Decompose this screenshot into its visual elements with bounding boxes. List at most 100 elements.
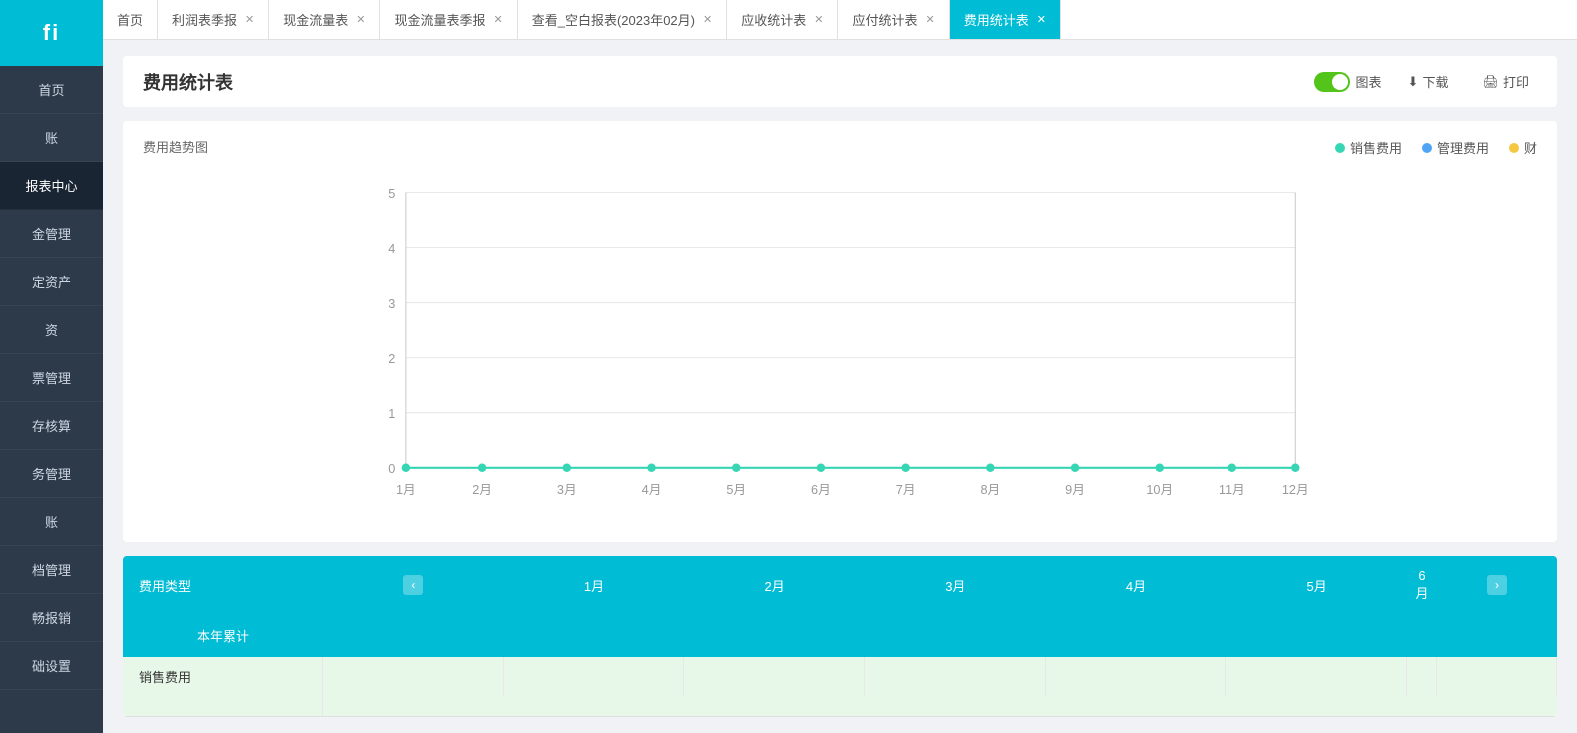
sidebar-item-resource[interactable]: 资: [0, 306, 103, 354]
svg-text:1月: 1月: [396, 483, 416, 497]
legend-dot-admin: [1422, 143, 1432, 153]
row-cell-m5: [1226, 657, 1407, 696]
legend-dot-finance: [1509, 143, 1519, 153]
col-header-nav-next[interactable]: ›: [1437, 556, 1557, 614]
page-header: 费用统计表 图表 ⬇ 下载 🖨 打印: [123, 56, 1557, 107]
tab-close-blank-report[interactable]: ✕: [703, 13, 712, 26]
col-header-month3: 3月: [865, 556, 1046, 614]
tab-close-profit-quarterly[interactable]: ✕: [245, 13, 254, 26]
download-label: 下载: [1422, 72, 1448, 91]
sidebar-item-archive[interactable]: 档管理: [0, 546, 103, 594]
download-button[interactable]: ⬇ 下载: [1400, 68, 1457, 95]
chart-toggle-text: 图表: [1356, 72, 1382, 91]
tab-close-cashflow-quarterly[interactable]: ✕: [494, 13, 503, 26]
svg-text:5: 5: [388, 187, 395, 201]
table-row: 销售费用: [123, 657, 1557, 717]
line-chart-svg: 5 4 3 2 1 0: [143, 166, 1537, 526]
svg-text:7月: 7月: [896, 483, 916, 497]
table-header: 费用类型 ‹ 1月 2月 3月 4月 5月 6月 › 本年累计: [123, 556, 1557, 657]
legend-admin: 管理费用: [1422, 138, 1489, 157]
svg-text:3: 3: [388, 297, 395, 311]
sidebar-item-assets[interactable]: 定资产: [0, 258, 103, 306]
main-area: 首页 利润表季报 ✕ 现金流量表 ✕ 现金流量表季报 ✕ 查看_空白报表(202…: [103, 0, 1577, 733]
row-cell-m3: [865, 657, 1046, 696]
svg-text:5月: 5月: [726, 483, 746, 497]
svg-text:8月: 8月: [980, 483, 1000, 497]
row-cell-ytd: [123, 696, 323, 716]
row-cell-m2: [684, 657, 865, 696]
col-header-ytd: 本年累计: [123, 614, 323, 657]
svg-text:10月: 10月: [1146, 483, 1173, 497]
legend-sales: 销售费用: [1335, 138, 1402, 157]
sidebar-item-inventory[interactable]: 存核算: [0, 402, 103, 450]
tab-close-expense-stats[interactable]: ✕: [1037, 13, 1046, 26]
header-actions: 图表 ⬇ 下载 🖨 打印: [1314, 68, 1537, 95]
chart-container: 5 4 3 2 1 0: [143, 166, 1537, 526]
tab-close-receivable[interactable]: ✕: [814, 13, 823, 26]
svg-text:12月: 12月: [1282, 483, 1309, 497]
chart-toggle[interactable]: [1314, 72, 1350, 92]
page-title: 费用统计表: [143, 69, 233, 95]
chart-toggle-label: 图表: [1314, 72, 1382, 92]
svg-text:9月: 9月: [1065, 483, 1085, 497]
chart-title: 费用趋势图: [143, 137, 208, 156]
col-header-month4: 4月: [1046, 556, 1227, 614]
svg-text:2月: 2月: [472, 483, 492, 497]
sidebar-item-expense[interactable]: 畅报销: [0, 594, 103, 642]
col-header-month1: 1月: [504, 556, 685, 614]
sidebar-item-ledger[interactable]: 账: [0, 498, 103, 546]
tab-payable[interactable]: 应付统计表 ✕: [838, 0, 949, 40]
tab-bar: 首页 利润表季报 ✕ 现金流量表 ✕ 现金流量表季报 ✕ 查看_空白报表(202…: [103, 0, 1577, 40]
legend-dot-sales: [1335, 143, 1345, 153]
row-cell-m1: [504, 657, 685, 696]
sidebar-item-tickets[interactable]: 票管理: [0, 354, 103, 402]
row-cell-nav: [1437, 657, 1557, 696]
row-cell-m4: [1046, 657, 1227, 696]
svg-text:11月: 11月: [1219, 483, 1245, 497]
sidebar-item-account[interactable]: 账: [0, 114, 103, 162]
sidebar: fi 首页 账 报表中心 金管理 定资产 资 票管理 存核算 务管理 账 档管理…: [0, 0, 103, 733]
sidebar-item-cash[interactable]: 金管理: [0, 210, 103, 258]
tab-close-payable[interactable]: ✕: [925, 13, 934, 26]
tab-blank-report[interactable]: 查看_空白报表(2023年02月) ✕: [518, 0, 728, 40]
col-header-month5: 5月: [1226, 556, 1407, 614]
print-icon: 🖨: [1482, 74, 1499, 90]
row-type-sales: 销售费用: [123, 657, 323, 696]
tab-expense-stats[interactable]: 费用统计表 ✕: [950, 0, 1061, 40]
print-label: 打印: [1503, 72, 1529, 91]
svg-text:0: 0: [388, 462, 395, 476]
sidebar-item-settings[interactable]: 础设置: [0, 642, 103, 690]
tab-cashflow-quarterly[interactable]: 现金流量表季报 ✕: [380, 0, 517, 40]
tab-profit-quarterly[interactable]: 利润表季报 ✕: [158, 0, 269, 40]
svg-text:4月: 4月: [642, 483, 662, 497]
row-cell-m6: [1407, 657, 1437, 696]
prev-month-btn[interactable]: ‹: [403, 575, 423, 595]
legend-label-sales: 销售费用: [1350, 138, 1402, 157]
legend-label-finance: 财: [1524, 138, 1537, 157]
print-button[interactable]: 🖨 打印: [1474, 68, 1537, 95]
col-header-nav-prev[interactable]: ‹: [323, 556, 504, 614]
col-header-month2: 2月: [684, 556, 865, 614]
svg-text:2: 2: [388, 352, 395, 366]
tab-receivable[interactable]: 应收统计表 ✕: [727, 0, 838, 40]
sidebar-logo: fi: [0, 0, 103, 66]
svg-text:6月: 6月: [811, 483, 831, 497]
data-table-container: 费用类型 ‹ 1月 2月 3月 4月 5月 6月 › 本年累计 销售费用: [123, 556, 1557, 717]
sidebar-item-reports[interactable]: 报表中心: [0, 162, 103, 210]
legend-finance: 财: [1509, 138, 1537, 157]
sidebar-item-home[interactable]: 首页: [0, 66, 103, 114]
svg-text:3月: 3月: [557, 483, 577, 497]
download-icon: ⬇: [1408, 74, 1419, 90]
tab-home[interactable]: 首页: [103, 0, 158, 40]
col-header-type: 费用类型: [123, 556, 323, 614]
chart-card: 费用趋势图 销售费用 管理费用 财: [123, 121, 1557, 542]
chart-legend: 销售费用 管理费用 财: [1335, 138, 1537, 157]
col-header-month6: 6月: [1407, 556, 1437, 614]
sidebar-item-service[interactable]: 务管理: [0, 450, 103, 498]
next-month-btn[interactable]: ›: [1487, 575, 1507, 595]
legend-label-admin: 管理费用: [1437, 138, 1489, 157]
svg-text:4: 4: [388, 242, 395, 256]
tab-close-cashflow[interactable]: ✕: [356, 13, 365, 26]
tab-cashflow[interactable]: 现金流量表 ✕: [269, 0, 380, 40]
content-area: 费用统计表 图表 ⬇ 下载 🖨 打印 费用趋势图: [103, 40, 1577, 733]
